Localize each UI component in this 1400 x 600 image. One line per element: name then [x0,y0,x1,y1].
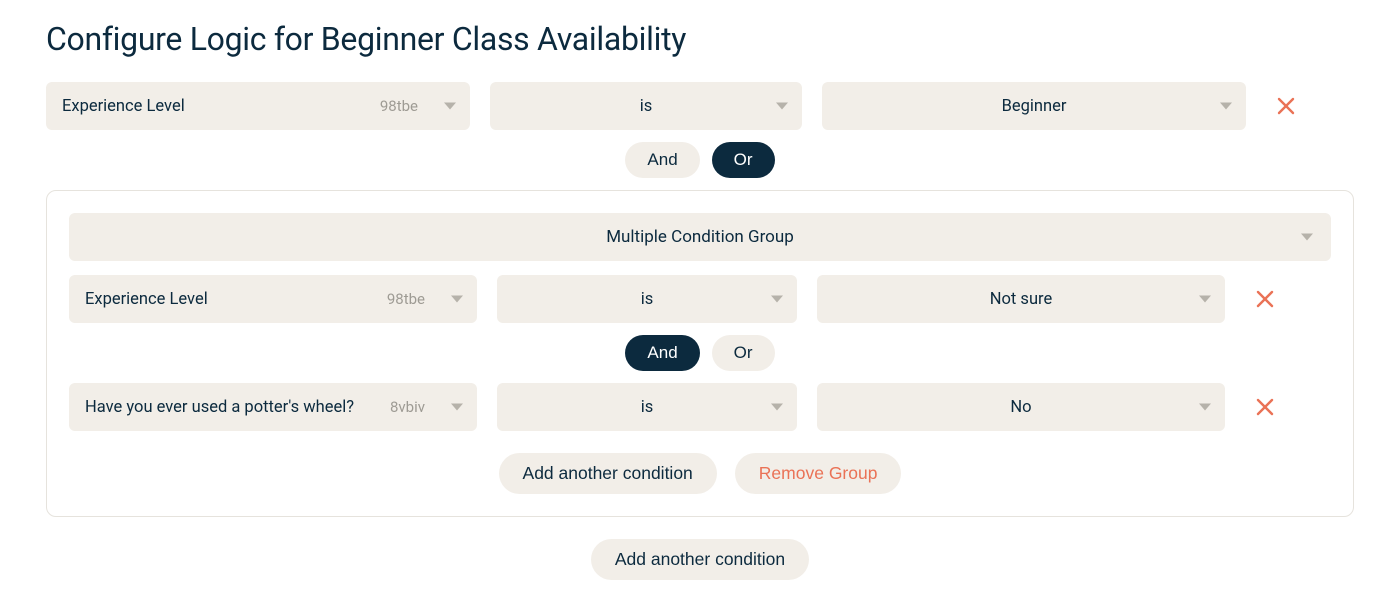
value-select[interactable]: Not sure [817,275,1225,323]
and-toggle[interactable]: And [625,142,699,178]
chevron-down-icon [444,103,456,110]
page-title: Configure Logic for Beginner Class Avail… [46,20,1354,58]
field-id: 98tbe [387,290,425,308]
value-label: Not sure [990,290,1052,309]
condition-row: Experience Level 98tbe is Beginner [46,82,1354,130]
chevron-down-icon [451,296,463,303]
chevron-down-icon [1220,103,1232,110]
remove-condition-button[interactable] [1245,289,1285,309]
value-label: No [1010,398,1031,417]
operator-label: is [641,398,654,417]
condition-group: Multiple Condition Group Experience Leve… [46,190,1354,517]
group-type-select[interactable]: Multiple Condition Group [69,213,1331,261]
chevron-down-icon [1199,296,1211,303]
close-icon [1255,289,1275,309]
field-select[interactable]: Experience Level 98tbe [69,275,477,323]
and-toggle[interactable]: And [625,335,699,371]
field-select[interactable]: Experience Level 98tbe [46,82,470,130]
chevron-down-icon [451,404,463,411]
operator-select[interactable]: is [497,383,797,431]
group-actions: Add another condition Remove Group [69,453,1331,494]
group-header-label: Multiple Condition Group [606,227,794,247]
field-id: 98tbe [380,97,418,115]
close-icon [1255,397,1275,417]
add-condition-button[interactable]: Add another condition [591,539,809,580]
value-select[interactable]: Beginner [822,82,1246,130]
chevron-down-icon [771,404,783,411]
close-icon [1276,96,1296,116]
field-label: Have you ever used a potter's wheel? [85,398,354,417]
connector-row: And Or [69,335,1331,371]
chevron-down-icon [771,296,783,303]
condition-row: Experience Level 98tbe is Not sure [69,275,1331,323]
chevron-down-icon [1301,234,1313,241]
value-label: Beginner [1002,97,1067,116]
operator-select[interactable]: is [490,82,802,130]
field-label: Experience Level [62,97,185,116]
remove-condition-button[interactable] [1245,397,1285,417]
or-toggle[interactable]: Or [712,142,775,178]
field-id: 8vbiv [390,398,425,416]
field-select[interactable]: Have you ever used a potter's wheel? 8vb… [69,383,477,431]
outer-actions: Add another condition [46,539,1354,580]
remove-condition-button[interactable] [1266,96,1306,116]
remove-group-button[interactable]: Remove Group [735,453,902,494]
value-select[interactable]: No [817,383,1225,431]
operator-select[interactable]: is [497,275,797,323]
chevron-down-icon [776,103,788,110]
operator-label: is [641,290,654,309]
connector-row: And Or [46,142,1354,178]
condition-row: Have you ever used a potter's wheel? 8vb… [69,383,1331,431]
add-condition-button[interactable]: Add another condition [499,453,717,494]
or-toggle[interactable]: Or [712,335,775,371]
field-label: Experience Level [85,290,208,309]
chevron-down-icon [1199,404,1211,411]
operator-label: is [640,97,653,116]
